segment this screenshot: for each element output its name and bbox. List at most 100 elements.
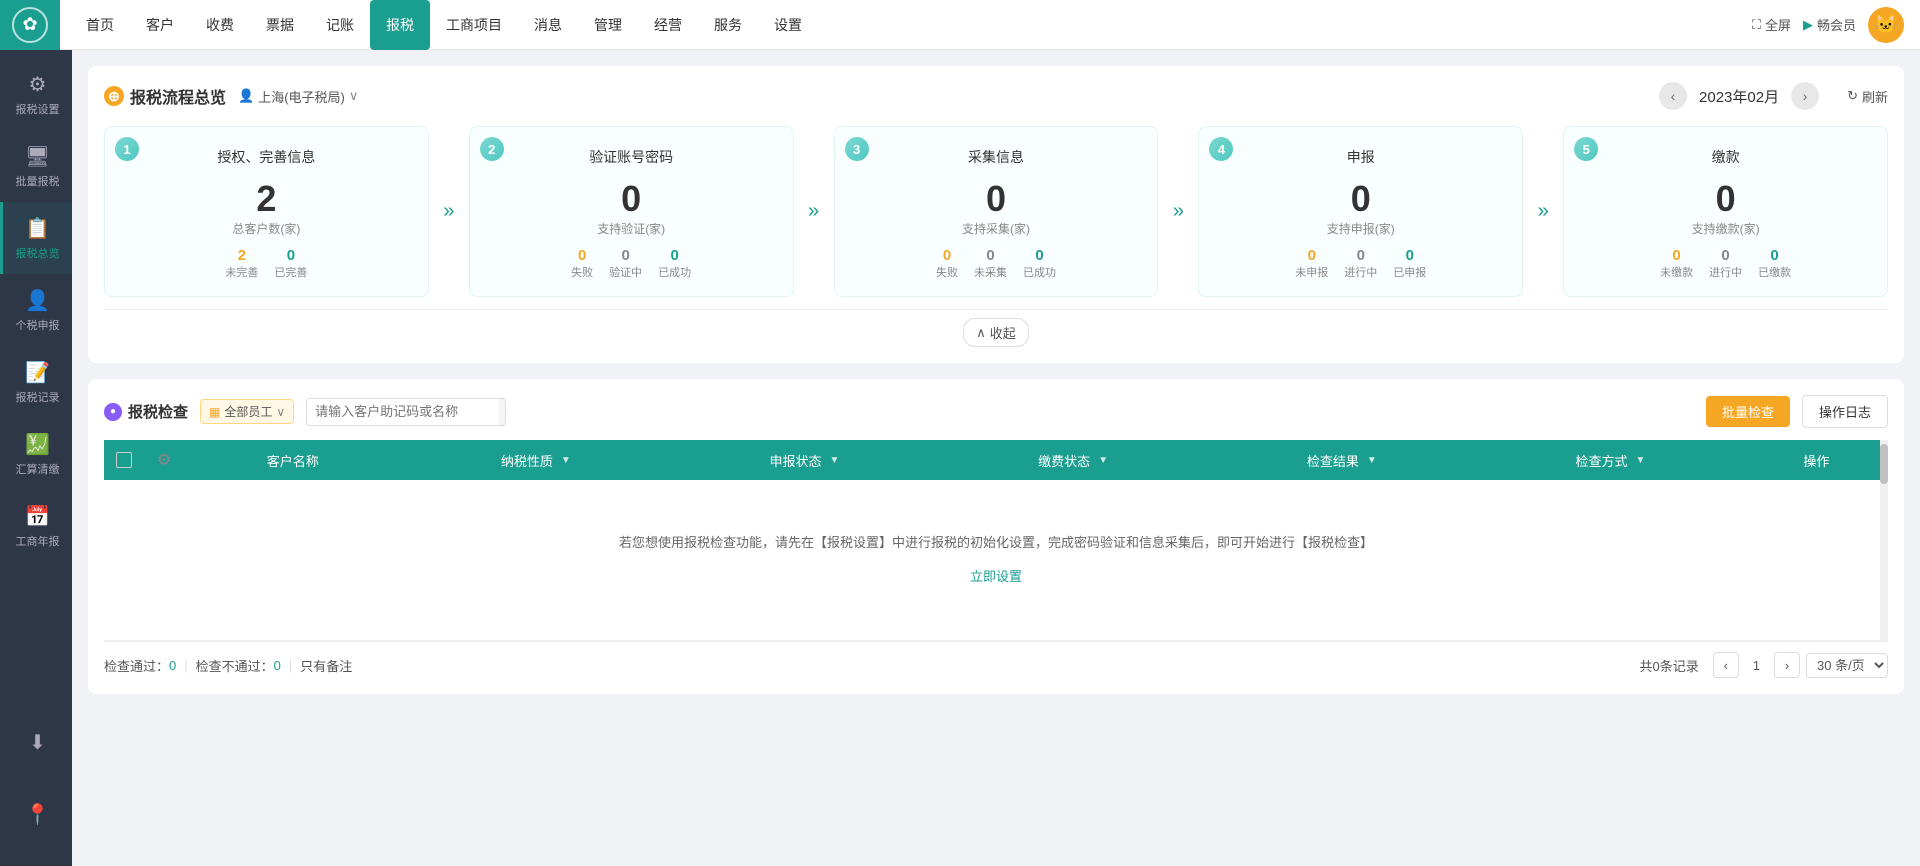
filter-tag[interactable]: ▦ 全部员工 ∨ xyxy=(200,399,294,424)
refresh-button[interactable]: ↻ 刷新 xyxy=(1847,87,1888,106)
date-label: 2023年02月 xyxy=(1699,86,1779,107)
tax-records-icon: 📝 xyxy=(25,360,50,385)
arrow-2: » xyxy=(794,126,834,297)
nav-settings[interactable]: 设置 xyxy=(758,0,818,50)
page-first-button[interactable]: ‹ xyxy=(1713,652,1739,678)
nav-accounting[interactable]: 记账 xyxy=(310,0,370,50)
sidebar-item-tax-overview[interactable]: 📋 报税总览 xyxy=(0,202,72,274)
step-stat-1-1[interactable]: 0 已完善 xyxy=(274,247,307,280)
step-title-4: 申报 xyxy=(1215,147,1506,167)
stat-label-4-2: 已申报 xyxy=(1393,264,1426,280)
download-icon: ⬇ xyxy=(29,730,46,755)
sidebar-item-tax-records[interactable]: 📝 报税记录 xyxy=(0,346,72,418)
individual-tax-icon: 👤 xyxy=(25,288,50,313)
sidebar-item-location[interactable]: 📍 xyxy=(0,778,72,850)
nav-tax[interactable]: 报税 xyxy=(370,0,430,50)
vip-button[interactable]: ▶ 畅会员 xyxy=(1803,15,1856,34)
search-input[interactable] xyxy=(307,399,499,424)
step-stat-2-1[interactable]: 0 验证中 xyxy=(609,247,642,280)
nav-invoices[interactable]: 票据 xyxy=(250,0,310,50)
sidebar-item-annual-report[interactable]: 📅 工商年报 xyxy=(0,490,72,562)
th-check-method[interactable]: 检查方式 ▼ xyxy=(1476,440,1745,480)
step-subtitle-5: 支持缴款(家) xyxy=(1580,220,1871,237)
sidebar-label-batch-tax: 批量报税 xyxy=(16,173,60,189)
step-card-2: 2 验证账号密码 0 支持验证(家) 0 失败 0 验证中 xyxy=(469,126,794,297)
nav-management[interactable]: 管理 xyxy=(578,0,638,50)
step-stat-3-0[interactable]: 0 失败 xyxy=(936,247,958,280)
nav-messages[interactable]: 消息 xyxy=(518,0,578,50)
content-area: ⊕ 报税流程总览 👤 上海(电子税局) ∨ ‹ 2023年02月 › ↻ 刷新 xyxy=(72,50,1920,866)
date-next-button[interactable]: › xyxy=(1791,82,1819,110)
overview-title-icon: ⊕ xyxy=(104,86,124,106)
pass-count[interactable]: 0 xyxy=(169,658,176,673)
filter-icon-check-method: ▼ xyxy=(1636,455,1646,466)
nav-right: ⛶ 全屏 ▶ 畅会员 🐱 xyxy=(1752,7,1904,43)
step-stat-3-2[interactable]: 0 已成功 xyxy=(1023,247,1056,280)
stat-val-1-0: 2 xyxy=(238,247,246,264)
collapse-button[interactable]: ∧ 收起 xyxy=(963,318,1029,347)
sidebar-item-download[interactable]: ⬇ xyxy=(0,706,72,778)
logo[interactable]: ✿ xyxy=(0,0,60,50)
step-stat-4-2[interactable]: 0 已申报 xyxy=(1393,247,1426,280)
nav-customer[interactable]: 客户 xyxy=(130,0,190,50)
refresh-label: 刷新 xyxy=(1862,87,1888,106)
sidebar-item-individual-tax[interactable]: 👤 个税申报 xyxy=(0,274,72,346)
data-table: ⚙ 客户名称 纳税性质 ▼ xyxy=(104,440,1888,641)
scrollbar-thumb[interactable] xyxy=(1880,444,1888,484)
step-stat-4-1[interactable]: 0 进行中 xyxy=(1344,247,1377,280)
scrollbar-track[interactable] xyxy=(1880,440,1888,641)
step-stat-4-0[interactable]: 0 未申报 xyxy=(1295,247,1328,280)
overview-title-text: 报税流程总览 xyxy=(130,84,226,108)
sidebar-item-batch-tax[interactable]: 🖥 批量报税 xyxy=(0,130,72,202)
date-prev-button[interactable]: ‹ xyxy=(1659,82,1687,110)
fullscreen-button[interactable]: ⛶ 全屏 xyxy=(1752,15,1791,34)
step-stat-3-1[interactable]: 0 未采集 xyxy=(974,247,1007,280)
step-stat-2-2[interactable]: 0 已成功 xyxy=(658,247,691,280)
table-header-row: ⚙ 客户名称 纳税性质 ▼ xyxy=(104,440,1888,480)
th-checkbox xyxy=(104,440,144,480)
nav-fees[interactable]: 收费 xyxy=(190,0,250,50)
vip-icon: ▶ xyxy=(1803,17,1813,33)
stat-label-3-0: 失败 xyxy=(936,264,958,280)
th-gear: ⚙ xyxy=(144,440,184,480)
search-button[interactable]: 🔍 xyxy=(499,399,506,425)
batch-tax-icon: 🖥 xyxy=(25,144,50,169)
nav-service[interactable]: 服务 xyxy=(698,0,758,50)
filter-icon: ▦ xyxy=(209,405,220,419)
nav-home[interactable]: 首页 xyxy=(70,0,130,50)
arrow-4: » xyxy=(1523,126,1563,297)
step-stats-4: 0 未申报 0 进行中 0 已申报 xyxy=(1215,247,1506,280)
nav-operations[interactable]: 经营 xyxy=(638,0,698,50)
step-stat-1-0[interactable]: 2 未完善 xyxy=(225,247,258,280)
total-records: 共0条记录 xyxy=(1640,656,1699,675)
nav-business[interactable]: 工商项目 xyxy=(430,0,518,50)
step-stat-2-0[interactable]: 0 失败 xyxy=(571,247,593,280)
per-page-select[interactable]: 30 条/页 xyxy=(1806,653,1888,678)
stat-val-3-0: 0 xyxy=(943,247,951,264)
step-stat-5-2[interactable]: 0 已缴款 xyxy=(1758,247,1791,280)
batch-check-button[interactable]: 批量检查 xyxy=(1706,396,1790,427)
select-all-checkbox[interactable] xyxy=(116,452,132,468)
sidebar-item-settlement[interactable]: 💹 汇算清缴 xyxy=(0,418,72,490)
step-title-2: 验证账号密码 xyxy=(486,147,777,167)
arrow-3: » xyxy=(1158,126,1198,297)
fail-count[interactable]: 0 xyxy=(274,658,281,673)
stat-val-4-2: 0 xyxy=(1406,247,1414,264)
th-pay-status[interactable]: 缴费状态 ▼ xyxy=(939,440,1208,480)
location-tag[interactable]: 👤 上海(电子税局) ∨ xyxy=(238,87,358,106)
stat-label-3-1: 未采集 xyxy=(974,264,1007,280)
sidebar-item-tax-settings[interactable]: ⚙ 报税设置 xyxy=(0,58,72,130)
log-button[interactable]: 操作日志 xyxy=(1802,395,1888,428)
overview-section: ⊕ 报税流程总览 👤 上海(电子税局) ∨ ‹ 2023年02月 › ↻ 刷新 xyxy=(88,66,1904,363)
step-stat-5-0[interactable]: 0 未缴款 xyxy=(1660,247,1693,280)
th-check-result[interactable]: 检查结果 ▼ xyxy=(1207,440,1476,480)
gear-icon[interactable]: ⚙ xyxy=(157,452,171,469)
step-stat-5-1[interactable]: 0 进行中 xyxy=(1709,247,1742,280)
stat-label-3-2: 已成功 xyxy=(1023,264,1056,280)
setup-link[interactable]: 立即设置 xyxy=(970,569,1022,584)
avatar[interactable]: 🐱 xyxy=(1868,7,1904,43)
page-next-button[interactable]: › xyxy=(1774,652,1800,678)
th-report-status[interactable]: 申报状态 ▼ xyxy=(670,440,939,480)
th-tax-nature[interactable]: 纳税性质 ▼ xyxy=(401,440,670,480)
has-note-label: 只有备注 xyxy=(300,656,352,675)
